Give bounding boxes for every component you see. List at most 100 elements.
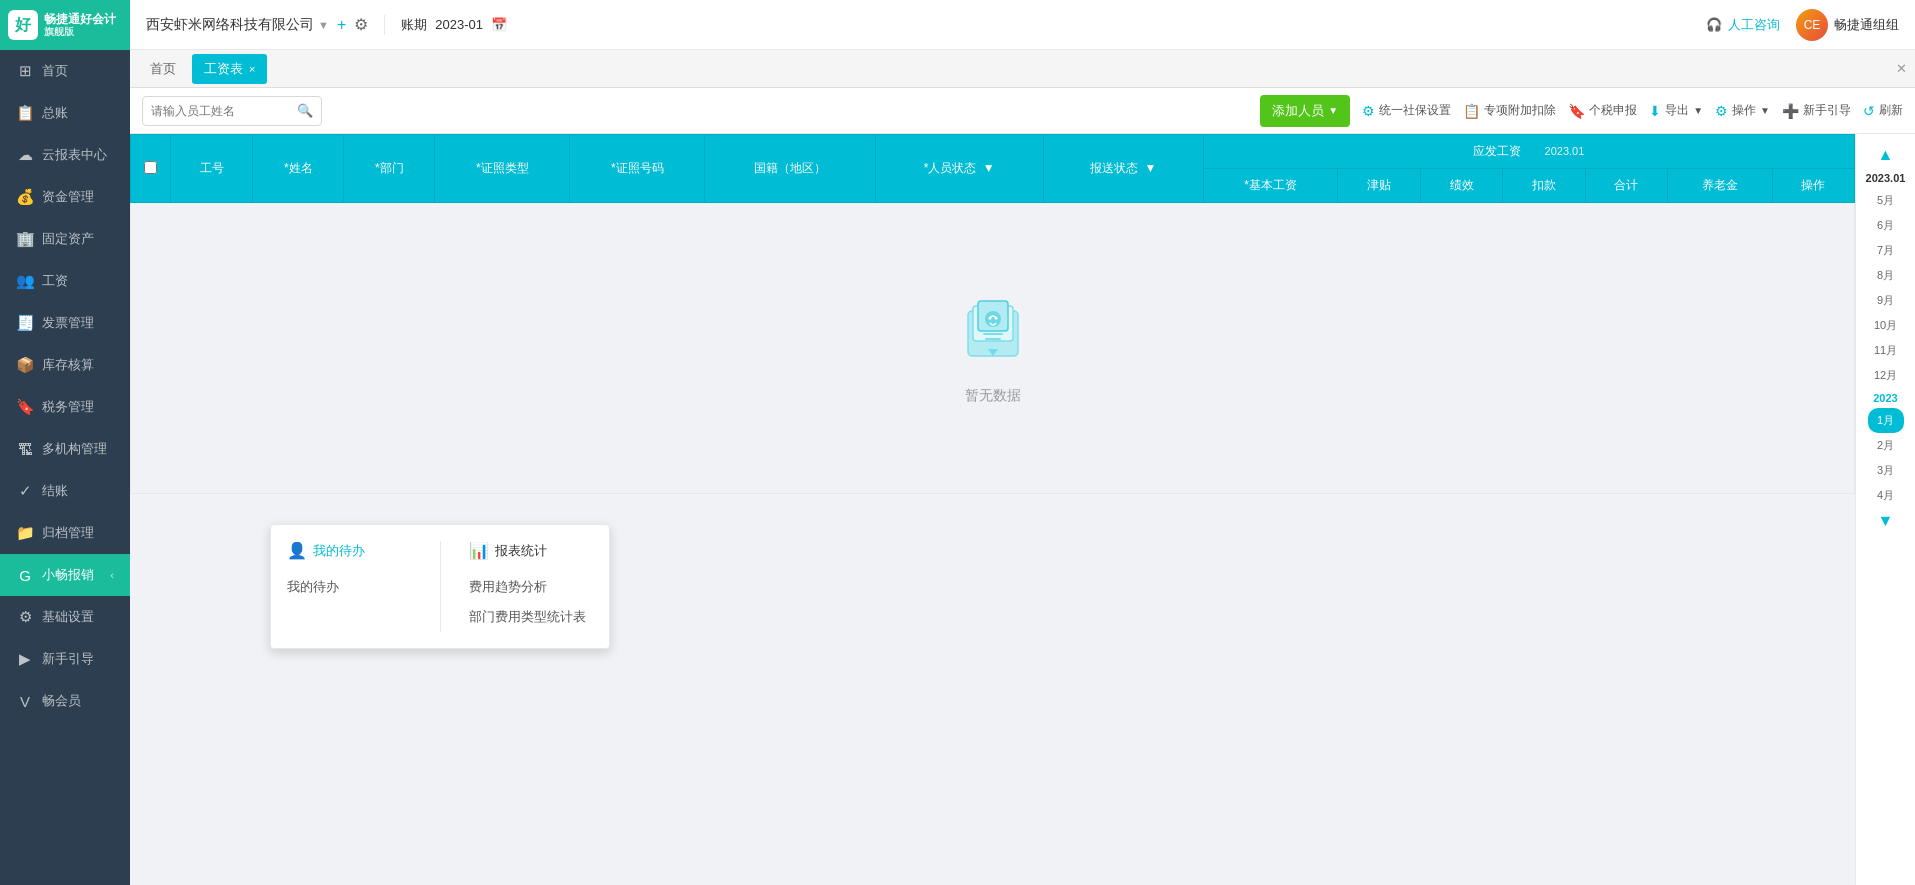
toolbar-right: 添加人员 ▼ ⚙ 统一社保设置 📋 专项附加扣除 🔖 个税申报 ⬇ 导出 ▼ ⚙ — [1260, 95, 1903, 127]
idtype-header: *证照类型 — [435, 135, 570, 203]
svg-rect-7 — [985, 338, 1001, 340]
search-icon: 🔍 — [297, 103, 313, 118]
sidebar-item-newguide[interactable]: ▶ 新手引导 — [0, 638, 130, 680]
tab-close-icon[interactable]: × — [249, 63, 255, 75]
calendar-icon: 📅 — [491, 17, 507, 32]
sidebar-item-funds[interactable]: 💰 资金管理 — [0, 176, 130, 218]
timeline-10[interactable]: 10月 — [1856, 313, 1915, 338]
popup-col-reports: 📊 报表统计 费用趋势分析 部门费用类型统计表 — [469, 541, 594, 632]
xiaochang-icon: G — [16, 567, 34, 584]
timeline-panel: ▲ 2023.01 5月 6月 7月 8月 9月 10月 11月 12月 202… — [1855, 134, 1915, 885]
timeline-up[interactable]: ▲ — [1874, 142, 1898, 168]
company-selector[interactable]: 西安虾米网络科技有限公司 ▼ — [146, 16, 329, 34]
sidebar-item-basic[interactable]: ⚙ 基础设置 — [0, 596, 130, 638]
company-dropdown-icon: ▼ — [318, 19, 329, 31]
sidebar-item-salary[interactable]: 👥 工资 — [0, 260, 130, 302]
salary-icon: 👥 — [16, 272, 34, 290]
sidebar-collapse-icon: ‹ — [110, 569, 114, 581]
new-guide-action[interactable]: ➕ 新手引导 — [1782, 102, 1851, 119]
topbar-add-icon[interactable]: + — [337, 16, 346, 34]
operations-icon: ⚙ — [1715, 103, 1728, 119]
todo-icon: 👤 — [287, 541, 307, 560]
sidebar-item-multiorg[interactable]: 🏗 多机构管理 — [0, 428, 130, 470]
topbar: 西安虾米网络科技有限公司 ▼ + ⚙ 账期 2023-01 📅 🎧 人工咨询 C… — [130, 0, 1915, 50]
timeline-12[interactable]: 12月 — [1856, 363, 1915, 388]
logo-icon: 好 — [8, 10, 38, 40]
assets-icon: 🏢 — [16, 230, 34, 248]
search-box: 🔍 — [142, 96, 322, 126]
funds-icon: 💰 — [16, 188, 34, 206]
salary-table: 工号 *姓名 *部门 *证照类型 *证照号码 国籍（地区） *人员状态 ▼ 报送… — [130, 134, 1855, 494]
checkbox-header[interactable] — [131, 135, 171, 203]
support-button[interactable]: 🎧 人工咨询 — [1706, 16, 1780, 34]
user-menu[interactable]: CE 畅捷通组组 — [1796, 9, 1899, 41]
tabbar: 首页 工资表 × ✕ — [130, 50, 1915, 88]
timeline-11[interactable]: 11月 — [1856, 338, 1915, 363]
timeline-8[interactable]: 8月 — [1856, 263, 1915, 288]
popup-my-todo[interactable]: 我的待办 — [287, 572, 412, 602]
topbar-right: 🎧 人工咨询 CE 畅捷通组组 — [1706, 9, 1899, 41]
allowance-header: 津贴 — [1338, 169, 1420, 203]
timeline-down[interactable]: ▼ — [1874, 508, 1898, 534]
timeline-9[interactable]: 9月 — [1856, 288, 1915, 313]
sidebar-item-invoice[interactable]: 🧾 发票管理 — [0, 302, 130, 344]
sidebar-item-closing[interactable]: ✓ 结账 — [0, 470, 130, 512]
headset-icon: 🎧 — [1706, 17, 1722, 32]
report-filter-icon[interactable]: ▼ — [1144, 161, 1156, 175]
social-insurance-action[interactable]: ⚙ 统一社保设置 — [1362, 102, 1451, 119]
tax-report-action[interactable]: 🔖 个税申报 — [1568, 102, 1637, 119]
popup-col-todo: 👤 我的待办 我的待办 — [287, 541, 412, 632]
popup-expense-trend[interactable]: 费用趋势分析 — [469, 572, 594, 602]
sidebar-item-tax[interactable]: 🔖 税务管理 — [0, 386, 130, 428]
dropdown-popup: 👤 我的待办 我的待办 📊 报表统计 费用趋势分析 部门费用类型统计表 — [270, 524, 610, 649]
timeline-4[interactable]: 4月 — [1856, 483, 1915, 508]
status-header: *人员状态 ▼ — [875, 135, 1043, 203]
sidebar-item-vip[interactable]: V 畅会员 — [0, 680, 130, 722]
timeline-6[interactable]: 6月 — [1856, 213, 1915, 238]
empty-state-cell: 暂无数据 — [131, 203, 1855, 494]
select-all-checkbox[interactable] — [144, 161, 157, 174]
refresh-action[interactable]: ↺ 刷新 — [1863, 102, 1903, 119]
user-name: 畅捷通组组 — [1834, 16, 1899, 34]
company-name: 西安虾米网络科技有限公司 — [146, 16, 314, 34]
timeline-7[interactable]: 7月 — [1856, 238, 1915, 263]
ops-dropdown-icon: ▼ — [1760, 105, 1770, 116]
sidebar-item-inventory[interactable]: 📦 库存核算 — [0, 344, 130, 386]
sidebar-item-assets[interactable]: 🏢 固定资产 — [0, 218, 130, 260]
sidebar-item-home[interactable]: ⊞ 首页 — [0, 50, 130, 92]
name-header: *姓名 — [253, 135, 344, 203]
special-deduct-action[interactable]: 📋 专项附加扣除 — [1463, 102, 1556, 119]
tab-home[interactable]: 首页 — [138, 54, 188, 84]
period-selector[interactable]: 账期 2023-01 📅 — [401, 16, 507, 34]
sidebar-item-reports[interactable]: ☁ 云报表中心 — [0, 134, 130, 176]
popup-dept-expense[interactable]: 部门费用类型统计表 — [469, 602, 594, 632]
social-insurance-icon: ⚙ — [1362, 103, 1375, 119]
status-filter-icon[interactable]: ▼ — [983, 161, 995, 175]
home-icon: ⊞ — [16, 62, 34, 80]
table-container: 工号 *姓名 *部门 *证照类型 *证照号码 国籍（地区） *人员状态 ▼ 报送… — [130, 134, 1855, 885]
svg-point-5 — [994, 317, 997, 320]
sidebar-item-xiaochang[interactable]: G 小畅报销 ‹ — [0, 554, 130, 596]
topbar-divider — [384, 15, 385, 35]
timeline-year-prev: 2023.01 — [1866, 168, 1906, 188]
empty-illustration — [953, 291, 1033, 371]
sidebar-item-archive[interactable]: 📁 归档管理 — [0, 512, 130, 554]
timeline-year-current: 2023 — [1873, 388, 1897, 408]
add-person-button[interactable]: 添加人员 ▼ — [1260, 95, 1350, 127]
operation-header: 操作 — [1772, 169, 1855, 203]
cloud-icon: ☁ — [16, 146, 34, 164]
tab-close-all[interactable]: ✕ — [1896, 61, 1907, 76]
timeline-5[interactable]: 5月 — [1856, 188, 1915, 213]
timeline-2[interactable]: 2月 — [1856, 433, 1915, 458]
timeline-3[interactable]: 3月 — [1856, 458, 1915, 483]
topbar-settings-icon[interactable]: ⚙ — [354, 15, 368, 34]
basic-icon: ⚙ — [16, 608, 34, 626]
export-action[interactable]: ⬇ 导出 ▼ — [1649, 102, 1703, 119]
sidebar-item-ledger[interactable]: 📋 总账 — [0, 92, 130, 134]
tab-salary[interactable]: 工资表 × — [192, 54, 267, 84]
operations-action[interactable]: ⚙ 操作 ▼ — [1715, 102, 1770, 119]
search-input[interactable] — [151, 104, 291, 118]
timeline-1-active[interactable]: 1月 — [1868, 408, 1904, 433]
svg-point-4 — [988, 317, 991, 320]
deduct-icon: 📋 — [1463, 103, 1480, 119]
